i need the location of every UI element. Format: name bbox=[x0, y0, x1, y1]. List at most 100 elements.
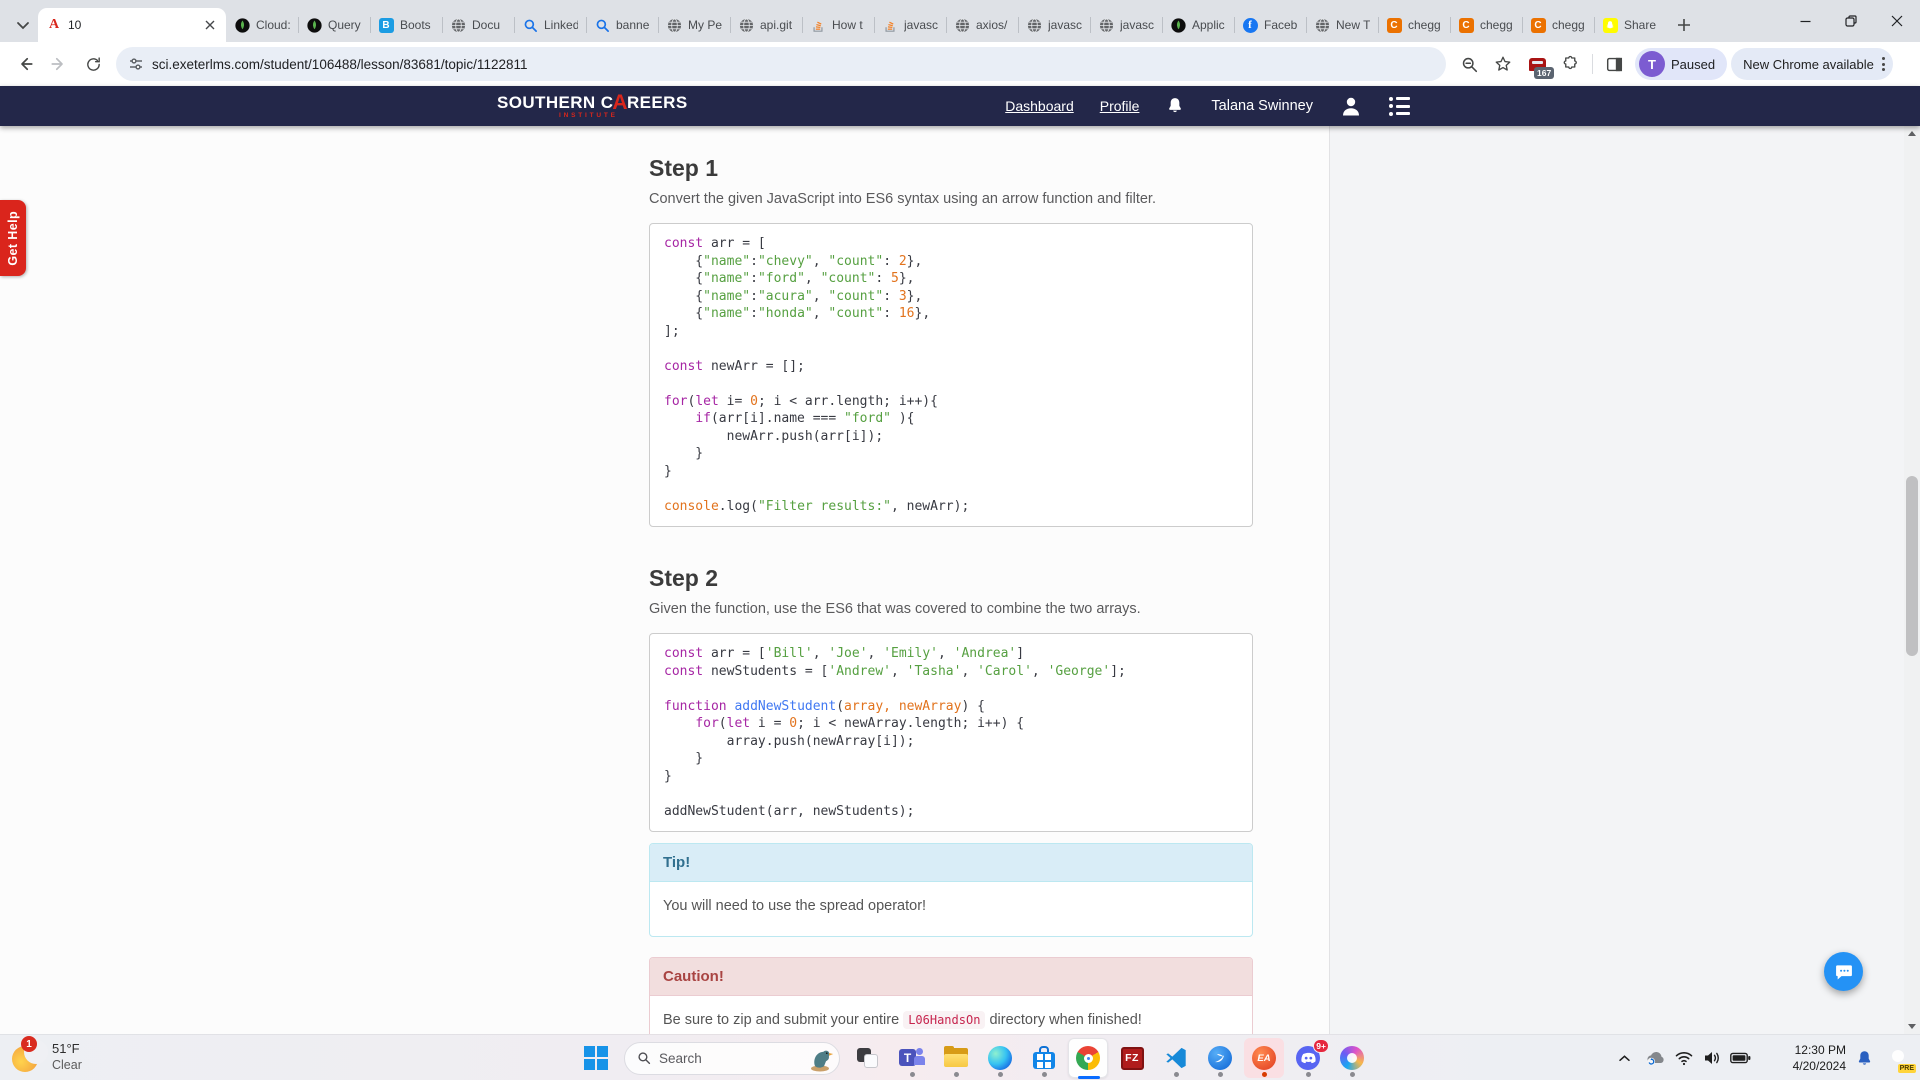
plus-icon bbox=[1678, 19, 1690, 31]
browser-tab[interactable]: Cchegg bbox=[1450, 8, 1522, 42]
active-browser-tab[interactable]: A 10 bbox=[38, 8, 226, 42]
zoom-button[interactable] bbox=[1452, 47, 1486, 81]
extension-button[interactable]: 167 bbox=[1520, 47, 1555, 81]
nav-profile-link[interactable]: Profile bbox=[1100, 98, 1140, 114]
scrollbar-thumb[interactable] bbox=[1906, 476, 1918, 656]
get-help-tab[interactable]: Get Help bbox=[0, 200, 26, 276]
vscode-app-button[interactable] bbox=[1156, 1038, 1196, 1078]
page-scrollbar[interactable] bbox=[1904, 126, 1920, 1034]
chat-widget-button[interactable] bbox=[1824, 952, 1863, 991]
browser-tab[interactable]: banne bbox=[586, 8, 658, 42]
reload-button[interactable] bbox=[76, 47, 110, 81]
task-view-button[interactable] bbox=[848, 1038, 888, 1078]
copilot-pre-badge: PRE bbox=[1897, 1064, 1916, 1073]
browser-tab[interactable]: New T bbox=[1306, 8, 1378, 42]
onedrive-tray-button[interactable] bbox=[1642, 1043, 1670, 1073]
mongodb-favicon bbox=[306, 17, 322, 33]
scroll-down-arrow[interactable] bbox=[1904, 1019, 1920, 1034]
address-bar[interactable]: sci.exeterlms.com/student/106488/lesson/… bbox=[116, 47, 1446, 81]
browser-tab[interactable]: javasc bbox=[1018, 8, 1090, 42]
code-line: const arr = [ bbox=[664, 236, 766, 251]
globe-favicon bbox=[1314, 17, 1330, 33]
account-button[interactable] bbox=[1339, 94, 1363, 118]
avatar: T bbox=[1639, 51, 1665, 77]
tab-title: banne bbox=[616, 18, 650, 32]
onedrive-cloud-icon bbox=[1647, 1051, 1664, 1066]
bookmark-button[interactable] bbox=[1486, 47, 1520, 81]
chrome-app-button[interactable] bbox=[1068, 1038, 1108, 1079]
course-menu-button[interactable] bbox=[1389, 96, 1410, 116]
browser-tab[interactable]: f Faceb bbox=[1234, 8, 1306, 42]
battlenet-app-button[interactable] bbox=[1200, 1038, 1240, 1078]
extensions-menu-button[interactable] bbox=[1554, 47, 1588, 81]
store-app-button[interactable] bbox=[1024, 1038, 1064, 1078]
teams-app-button[interactable]: T bbox=[892, 1038, 932, 1078]
back-button[interactable] bbox=[8, 47, 42, 81]
browser-tab[interactable]: B Boots bbox=[370, 8, 442, 42]
tab-search-button[interactable] bbox=[8, 8, 38, 42]
browser-tab[interactable]: Cchegg bbox=[1522, 8, 1594, 42]
browser-tab[interactable]: Docu bbox=[442, 8, 514, 42]
browser-tab[interactable]: javasc bbox=[874, 8, 946, 42]
tray-overflow-button[interactable] bbox=[1610, 1043, 1638, 1073]
nav-dashboard-link[interactable]: Dashboard bbox=[1005, 98, 1074, 114]
battery-tray-button[interactable] bbox=[1726, 1043, 1754, 1073]
notifications-button[interactable] bbox=[1165, 96, 1185, 116]
restore-icon bbox=[1845, 15, 1857, 27]
search-favicon bbox=[596, 19, 609, 32]
copilot-app-button[interactable] bbox=[1332, 1038, 1372, 1078]
filezilla-app-button[interactable]: FZ bbox=[1112, 1038, 1152, 1078]
discord-app-button[interactable]: 9+ bbox=[1288, 1038, 1329, 1078]
copilot-preview-button[interactable]: PRE bbox=[1886, 1044, 1916, 1073]
close-tab-icon[interactable] bbox=[202, 17, 218, 33]
forward-button[interactable] bbox=[42, 47, 76, 81]
globe-favicon bbox=[1099, 18, 1113, 32]
browser-tab[interactable]: How t bbox=[802, 8, 874, 42]
search-favicon bbox=[522, 17, 538, 33]
start-button[interactable] bbox=[576, 1038, 616, 1078]
browser-tab[interactable]: axios/ bbox=[946, 8, 1018, 42]
tab-title: Boots bbox=[400, 18, 431, 32]
browser-tab[interactable]: api.git bbox=[730, 8, 802, 42]
globe-favicon bbox=[739, 18, 753, 32]
new-tab-button[interactable] bbox=[1670, 11, 1698, 39]
browser-tab[interactable]: Share bbox=[1594, 8, 1666, 42]
volume-tray-button[interactable] bbox=[1698, 1043, 1726, 1073]
browser-tab-strip: A 10 Cloud: Query B Boots Docu Linked banne My … bbox=[0, 0, 1920, 42]
browser-tab[interactable]: My Pe bbox=[658, 8, 730, 42]
taskbar-search[interactable]: Search bbox=[624, 1041, 840, 1075]
restore-button[interactable] bbox=[1828, 0, 1874, 42]
site-settings-icon[interactable] bbox=[128, 56, 144, 72]
browser-tab[interactable]: Linked bbox=[514, 8, 586, 42]
windows-start-icon bbox=[584, 1046, 608, 1070]
mongodb-favicon bbox=[1170, 17, 1186, 33]
notification-center-button[interactable] bbox=[1850, 1043, 1878, 1073]
school-logo[interactable]: SOUTHERN C A REERS INSTITUTE bbox=[497, 90, 688, 119]
step-description: Convert the given JavaScript into ES6 sy… bbox=[649, 191, 1156, 207]
scroll-up-arrow[interactable] bbox=[1904, 126, 1920, 141]
clock-widget[interactable]: 12:30 PM 4/20/2024 bbox=[1793, 1042, 1846, 1074]
close-window-button[interactable] bbox=[1874, 0, 1920, 42]
minimize-button[interactable] bbox=[1782, 0, 1828, 42]
globe-favicon bbox=[954, 17, 970, 33]
browser-menu-icon[interactable] bbox=[1881, 57, 1885, 71]
update-chrome-button[interactable]: New Chrome available bbox=[1731, 48, 1893, 80]
chrome-icon bbox=[1076, 1046, 1100, 1070]
chevron-up-icon bbox=[1618, 1054, 1630, 1061]
edge-app-button[interactable] bbox=[980, 1038, 1020, 1078]
browser-tab[interactable]: Cchegg bbox=[1378, 8, 1450, 42]
file-explorer-button[interactable] bbox=[936, 1038, 976, 1078]
browser-tab[interactable]: javasc bbox=[1090, 8, 1162, 42]
code-line: ]; bbox=[664, 323, 680, 339]
profile-chip[interactable]: T Paused bbox=[1635, 48, 1728, 80]
weather-widget[interactable]: 1 51°F Clear bbox=[10, 1036, 82, 1076]
side-panel-button[interactable] bbox=[1597, 47, 1631, 81]
browser-tab[interactable]: Query bbox=[298, 8, 370, 42]
wifi-tray-button[interactable] bbox=[1670, 1043, 1698, 1073]
browser-tab[interactable]: Cloud: bbox=[226, 8, 298, 42]
ea-app-button[interactable]: EA bbox=[1244, 1038, 1284, 1078]
browser-tab[interactable]: Applic bbox=[1162, 8, 1234, 42]
code-line: function addNewStudent(array, newArray) … bbox=[664, 698, 985, 714]
